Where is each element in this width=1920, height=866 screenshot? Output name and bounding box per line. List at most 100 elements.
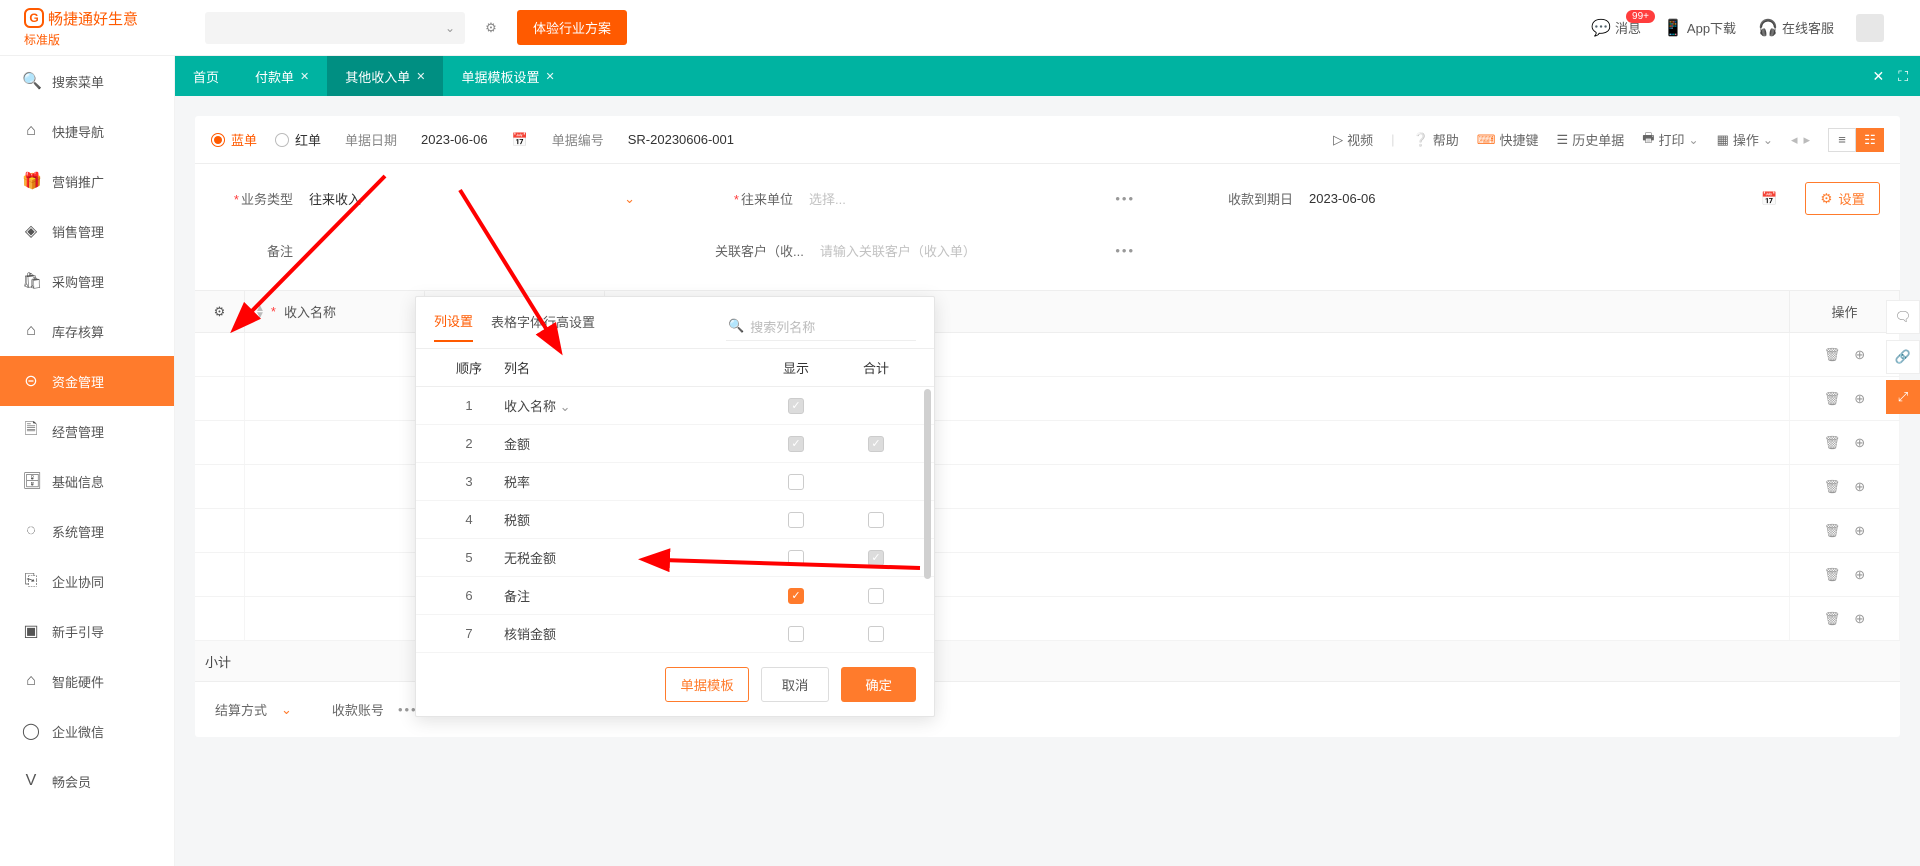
checkbox[interactable] xyxy=(868,436,884,452)
shortcut-button[interactable]: ⌨快捷键 xyxy=(1477,130,1539,149)
col-income-name[interactable]: ▲▼ *收入名称 xyxy=(245,291,425,332)
company-selector[interactable]: ⌄ xyxy=(205,12,465,44)
add-row-icon[interactable]: ⊕ xyxy=(1854,567,1865,583)
tab-付款单[interactable]: 付款单✕ xyxy=(237,56,327,96)
checkbox[interactable] xyxy=(868,588,884,604)
more-icon[interactable]: ••• xyxy=(1115,191,1135,206)
delete-row-icon[interactable]: 🗑 xyxy=(1824,391,1841,407)
chevron-down-icon[interactable]: ⌄ xyxy=(560,399,571,414)
close-icon[interactable]: ✕ xyxy=(546,70,555,83)
form-settings-label: 设置 xyxy=(1838,189,1865,208)
checkbox[interactable] xyxy=(788,588,804,604)
nav-item-快捷导航[interactable]: ⌂快捷导航 xyxy=(0,106,174,156)
nav-item-经营管理[interactable]: 🗎经营管理 xyxy=(0,406,174,456)
add-row-icon[interactable]: ⊕ xyxy=(1854,523,1865,539)
checkbox[interactable] xyxy=(868,626,884,642)
add-row-icon[interactable]: ⊕ xyxy=(1854,611,1865,627)
delete-row-icon[interactable]: 🗑 xyxy=(1824,611,1841,627)
nav-item-企业微信[interactable]: ◯企业微信 xyxy=(0,706,174,756)
add-row-icon[interactable]: ⊕ xyxy=(1854,435,1865,451)
close-all-tabs-icon[interactable]: ✕ xyxy=(1872,68,1884,85)
tab-单据模板设置[interactable]: 单据模板设置✕ xyxy=(443,56,572,96)
checkbox[interactable] xyxy=(788,626,804,642)
party-input[interactable]: 选择... ••• xyxy=(809,185,1135,212)
checkbox[interactable] xyxy=(788,398,804,414)
float-note-icon[interactable]: 🗨 xyxy=(1886,300,1920,334)
column-settings-button[interactable]: ⚙ xyxy=(195,291,245,332)
nav-item-库存核算[interactable]: ⌂库存核算 xyxy=(0,306,174,356)
checkbox[interactable] xyxy=(868,550,884,566)
print-button[interactable]: 🖶打印⌄ xyxy=(1642,129,1698,151)
doc-date-value[interactable]: 2023-06-06 xyxy=(421,132,488,147)
settings-gear-icon[interactable]: ⚙ xyxy=(479,16,503,40)
nav-item-资金管理[interactable]: ⊝资金管理 xyxy=(0,356,174,406)
video-button[interactable]: ▷视频 xyxy=(1333,130,1373,149)
delete-row-icon[interactable]: 🗑 xyxy=(1824,435,1841,451)
checkbox[interactable] xyxy=(788,550,804,566)
add-row-icon[interactable]: ⊕ xyxy=(1854,479,1865,495)
nav-item-营销推广[interactable]: 🎁营销推广 xyxy=(0,156,174,206)
tab-其他收入单[interactable]: 其他收入单✕ xyxy=(327,56,443,96)
delete-row-icon[interactable]: 🗑 xyxy=(1824,523,1841,539)
checkbox[interactable] xyxy=(788,436,804,452)
nav-item-系统管理[interactable]: ◌系统管理 xyxy=(0,506,174,556)
radio-red[interactable]: 红单 xyxy=(275,130,321,149)
due-date-input[interactable]: 2023-06-06 xyxy=(1309,187,1745,210)
nav-item-采购管理[interactable]: 🛍采购管理 xyxy=(0,256,174,306)
float-link-icon[interactable]: 🔗 xyxy=(1886,340,1920,374)
checkbox[interactable] xyxy=(788,512,804,528)
nav-label: 畅会员 xyxy=(52,772,91,791)
checkbox[interactable] xyxy=(868,512,884,528)
account-field[interactable]: 收款账号 ••• xyxy=(332,700,418,719)
add-row-icon[interactable]: ⊕ xyxy=(1854,391,1865,407)
delete-row-icon[interactable]: 🗑 xyxy=(1824,347,1841,363)
popup-search-input[interactable]: 🔍 搜索列名称 xyxy=(726,313,916,341)
online-support-button[interactable]: 🎧 在线客服 xyxy=(1758,18,1834,38)
app-download-button[interactable]: 📱 App下载 xyxy=(1663,18,1736,38)
close-icon[interactable]: ✕ xyxy=(416,70,425,83)
nav-item-企业协同[interactable]: ⎘企业协同 xyxy=(0,556,174,606)
biz-type-input[interactable]: 往来收入 ⌄ xyxy=(309,185,635,212)
close-icon[interactable]: ✕ xyxy=(300,70,309,83)
operate-button[interactable]: ▦操作⌄ xyxy=(1717,130,1773,149)
popup-ok-button[interactable]: 确定 xyxy=(841,667,916,702)
delete-row-icon[interactable]: 🗑 xyxy=(1824,567,1841,583)
view-detail-icon[interactable]: ☷ xyxy=(1856,128,1884,152)
experience-plan-button[interactable]: 体验行业方案 xyxy=(517,10,627,45)
nav-item-畅会员[interactable]: V畅会员 xyxy=(0,756,174,806)
help-button[interactable]: ❔帮助 xyxy=(1413,130,1459,149)
nav-item-搜索菜单[interactable]: 🔍搜索菜单 xyxy=(0,56,174,106)
prev-doc-icon[interactable]: ◂ xyxy=(1791,132,1798,148)
form-settings-button[interactable]: ⚙ 设置 xyxy=(1805,182,1880,215)
add-row-icon[interactable]: ⊕ xyxy=(1854,347,1865,363)
delete-row-icon[interactable]: 🗑 xyxy=(1824,479,1841,495)
float-expand-icon[interactable]: ⤢ xyxy=(1886,380,1920,414)
avatar[interactable] xyxy=(1856,14,1884,42)
nav-item-智能硬件[interactable]: ⌂智能硬件 xyxy=(0,656,174,706)
popup-template-button[interactable]: 单据模板 xyxy=(665,667,748,702)
nav-item-销售管理[interactable]: ◈销售管理 xyxy=(0,206,174,256)
rel-customer-input[interactable]: 请输入关联客户（收入单） ••• xyxy=(820,237,1135,264)
messages-button[interactable]: 💬 消息 99+ xyxy=(1591,18,1641,38)
popup-scrollbar[interactable] xyxy=(924,389,931,579)
more-icon[interactable]: ••• xyxy=(1115,243,1135,258)
view-list-icon[interactable]: ≡ xyxy=(1828,128,1856,152)
popup-tab-font[interactable]: 表格字体行高设置 xyxy=(491,312,595,341)
settle-method-field[interactable]: 结算方式 ⌄ xyxy=(215,700,292,719)
radio-blue[interactable]: 蓝单 xyxy=(211,130,257,149)
nav-item-新手引导[interactable]: ▣新手引导 xyxy=(0,606,174,656)
calendar-icon[interactable]: 📅 xyxy=(512,132,528,148)
fullscreen-icon[interactable]: ⛶ xyxy=(1898,68,1908,85)
popup-row-order: 6 xyxy=(434,588,504,603)
popup-tab-columns[interactable]: 列设置 xyxy=(434,311,473,342)
top-header: G 畅捷通好生意 标准版 ⌄ ⚙ 体验行业方案 💬 消息 99+ 📱 App下载… xyxy=(0,0,1920,56)
tab-首页[interactable]: 首页 xyxy=(175,56,237,96)
calendar-icon[interactable]: 📅 xyxy=(1761,191,1777,207)
popup-tabs: 列设置 表格字体行高设置 🔍 搜索列名称 xyxy=(416,297,934,342)
history-button[interactable]: ☰历史单据 xyxy=(1557,130,1625,149)
checkbox[interactable] xyxy=(788,474,804,490)
remark-input[interactable] xyxy=(309,239,635,262)
nav-item-基础信息[interactable]: 🗄基础信息 xyxy=(0,456,174,506)
next-doc-icon[interactable]: ▸ xyxy=(1803,132,1810,148)
popup-cancel-button[interactable]: 取消 xyxy=(761,667,830,702)
